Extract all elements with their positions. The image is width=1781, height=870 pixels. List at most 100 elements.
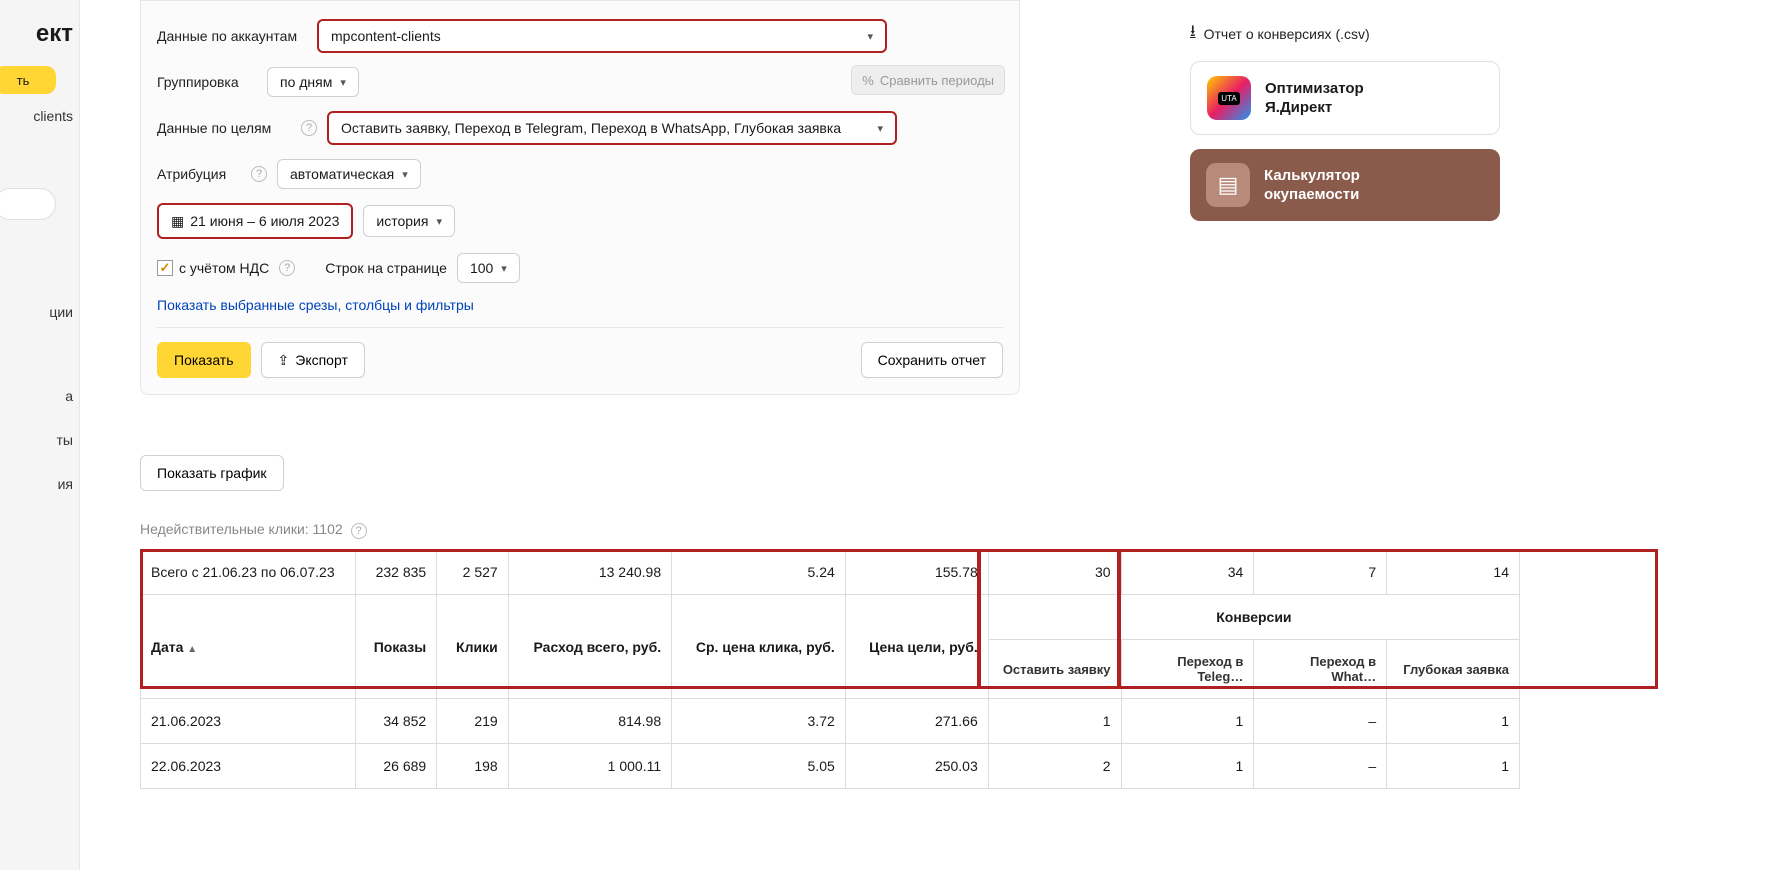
results-section: Показать график Недействительные клики: … [140, 455, 1520, 789]
cell-goal-cost: 271.66 [845, 699, 988, 744]
sidebar-item[interactable]: ты [0, 418, 79, 462]
sidebar-white-pill[interactable] [0, 188, 56, 220]
sidebar-item[interactable]: а [0, 374, 79, 418]
chevron-down-icon: ▾ [436, 215, 442, 228]
col-clicks[interactable]: Клики [437, 595, 509, 699]
cell-conv: 1 [988, 699, 1121, 744]
accounts-label: Данные по аккаунтам [157, 28, 307, 44]
totals-conv-2: 7 [1254, 550, 1387, 595]
uta-logo-icon: UTA [1207, 76, 1251, 120]
cell-conv: 1 [1387, 699, 1520, 744]
col-impressions[interactable]: Показы [355, 595, 437, 699]
accounts-value: mpcontent-clients [331, 28, 441, 44]
report-table-wrapper: Всего с 21.06.23 по 06.07.23 232 835 2 5… [140, 549, 1520, 789]
help-icon[interactable]: ? [279, 260, 295, 276]
promo-text: Калькулятор окупаемости [1264, 166, 1360, 205]
cell-conv: 1 [1121, 744, 1254, 789]
totals-cpc: 5.24 [672, 550, 846, 595]
help-icon[interactable]: ? [351, 523, 367, 539]
cell-conv: – [1254, 744, 1387, 789]
grouping-value: по дням [280, 74, 332, 90]
grouping-select[interactable]: по дням ▾ [267, 67, 359, 97]
cell-impressions: 34 852 [355, 699, 437, 744]
col-conversions: Конверсии [988, 595, 1519, 640]
show-chart-button[interactable]: Показать график [140, 455, 284, 491]
cell-spend: 1 000.11 [508, 744, 671, 789]
help-icon[interactable]: ? [251, 166, 267, 182]
right-column: ⭳ Отчет о конверсиях (.csv) UTA Оптимиза… [1190, 20, 1500, 221]
cell-conv: 2 [988, 744, 1121, 789]
attribution-label: Атрибуция [157, 166, 237, 182]
vat-checkbox[interactable] [157, 260, 173, 276]
cell-cpc: 5.05 [672, 744, 846, 789]
promo-calculator[interactable]: ▤ Калькулятор окупаемости [1190, 149, 1500, 221]
history-select[interactable]: история ▾ [363, 205, 455, 237]
sort-asc-icon: ▲ [187, 644, 197, 655]
cell-goal-cost: 250.03 [845, 744, 988, 789]
attribution-value: автоматическая [290, 166, 394, 182]
compare-label: Сравнить периоды [880, 73, 994, 88]
table-row: 22.06.2023 26 689 198 1 000.11 5.05 250.… [141, 744, 1520, 789]
show-columns-link[interactable]: Показать выбранные срезы, столбцы и филь… [157, 297, 474, 313]
download-label: Отчет о конверсиях (.csv) [1204, 26, 1370, 42]
rows-per-page-label: Строк на странице [325, 260, 447, 276]
col-spend[interactable]: Расход всего, руб. [508, 595, 671, 699]
history-label: история [376, 213, 428, 229]
conv-sub-3[interactable]: Глубокая заявка [1387, 640, 1520, 699]
totals-row: Всего с 21.06.23 по 06.07.23 232 835 2 5… [141, 550, 1520, 595]
col-cpc[interactable]: Ср. цена клика, руб. [672, 595, 846, 699]
compare-icon: % [862, 73, 874, 88]
goals-label: Данные по целям [157, 120, 287, 136]
sidebar-item[interactable]: ции [0, 290, 79, 334]
export-button[interactable]: ⇪ Экспорт [261, 342, 365, 378]
sidebar-yellow-button[interactable]: ть [0, 66, 56, 94]
totals-spend: 13 240.98 [508, 550, 671, 595]
main-content: Данные по аккаунтам mpcontent-clients ▾ … [140, 0, 1761, 870]
cell-conv: 1 [1121, 699, 1254, 744]
cell-impressions: 26 689 [355, 744, 437, 789]
totals-conv-3: 14 [1387, 550, 1520, 595]
cell-clicks: 198 [437, 744, 509, 789]
attribution-select[interactable]: автоматическая ▾ [277, 159, 421, 189]
totals-goal-cost: 155.78 [845, 550, 988, 595]
promo-optimizer[interactable]: UTA Оптимизатор Я.Директ [1190, 61, 1500, 135]
export-icon: ⇪ [278, 352, 290, 369]
download-csv-link[interactable]: ⭳ Отчет о конверсиях (.csv) [1190, 20, 1500, 47]
date-range-value: 21 июня – 6 июля 2023 [190, 213, 339, 229]
chevron-down-icon: ▾ [501, 262, 507, 275]
goals-value: Оставить заявку, Переход в Telegram, Пер… [341, 120, 841, 136]
sidebar-item[interactable]: clients [0, 94, 79, 138]
compare-periods-button: % Сравнить периоды [851, 65, 1005, 95]
goals-select[interactable]: Оставить заявку, Переход в Telegram, Пер… [327, 111, 897, 145]
cell-conv: – [1254, 699, 1387, 744]
logo-fragment: ект [0, 8, 79, 66]
sidebar-item[interactable]: ия [0, 462, 79, 506]
totals-conv-1: 34 [1121, 550, 1254, 595]
conv-sub-2[interactable]: Переход в What… [1254, 640, 1387, 699]
sidebar: ект ть clients ции а ты ия [0, 0, 80, 870]
totals-impressions: 232 835 [355, 550, 437, 595]
vat-checkbox-row[interactable]: с учётом НДС ? [157, 260, 295, 276]
cell-date: 21.06.2023 [141, 699, 356, 744]
conv-sub-1[interactable]: Переход в Teleg… [1121, 640, 1254, 699]
accounts-select[interactable]: mpcontent-clients ▾ [317, 19, 887, 53]
calculator-icon: ▤ [1206, 163, 1250, 207]
filters-panel: Данные по аккаунтам mpcontent-clients ▾ … [140, 0, 1020, 395]
rows-value: 100 [470, 260, 493, 276]
col-goal-cost[interactable]: Цена цели, руб. [845, 595, 988, 699]
col-date[interactable]: Дата ▲ [141, 595, 356, 699]
conv-sub-0[interactable]: Оставить заявку [988, 640, 1121, 699]
uta-badge: UTA [1218, 92, 1239, 105]
cell-clicks: 219 [437, 699, 509, 744]
rows-per-page-select[interactable]: 100 ▾ [457, 253, 520, 283]
header-row: Дата ▲ Показы Клики Расход всего, руб. С… [141, 595, 1520, 640]
totals-clicks: 2 527 [437, 550, 509, 595]
show-button[interactable]: Показать [157, 342, 251, 378]
save-report-button[interactable]: Сохранить отчет [861, 342, 1003, 378]
date-range-picker[interactable]: ▦ 21 июня – 6 июля 2023 [157, 203, 353, 239]
chevron-down-icon: ▾ [340, 76, 346, 89]
vat-label: с учётом НДС [179, 260, 269, 276]
help-icon[interactable]: ? [301, 120, 317, 136]
totals-conv-0: 30 [988, 550, 1121, 595]
cell-conv: 1 [1387, 744, 1520, 789]
